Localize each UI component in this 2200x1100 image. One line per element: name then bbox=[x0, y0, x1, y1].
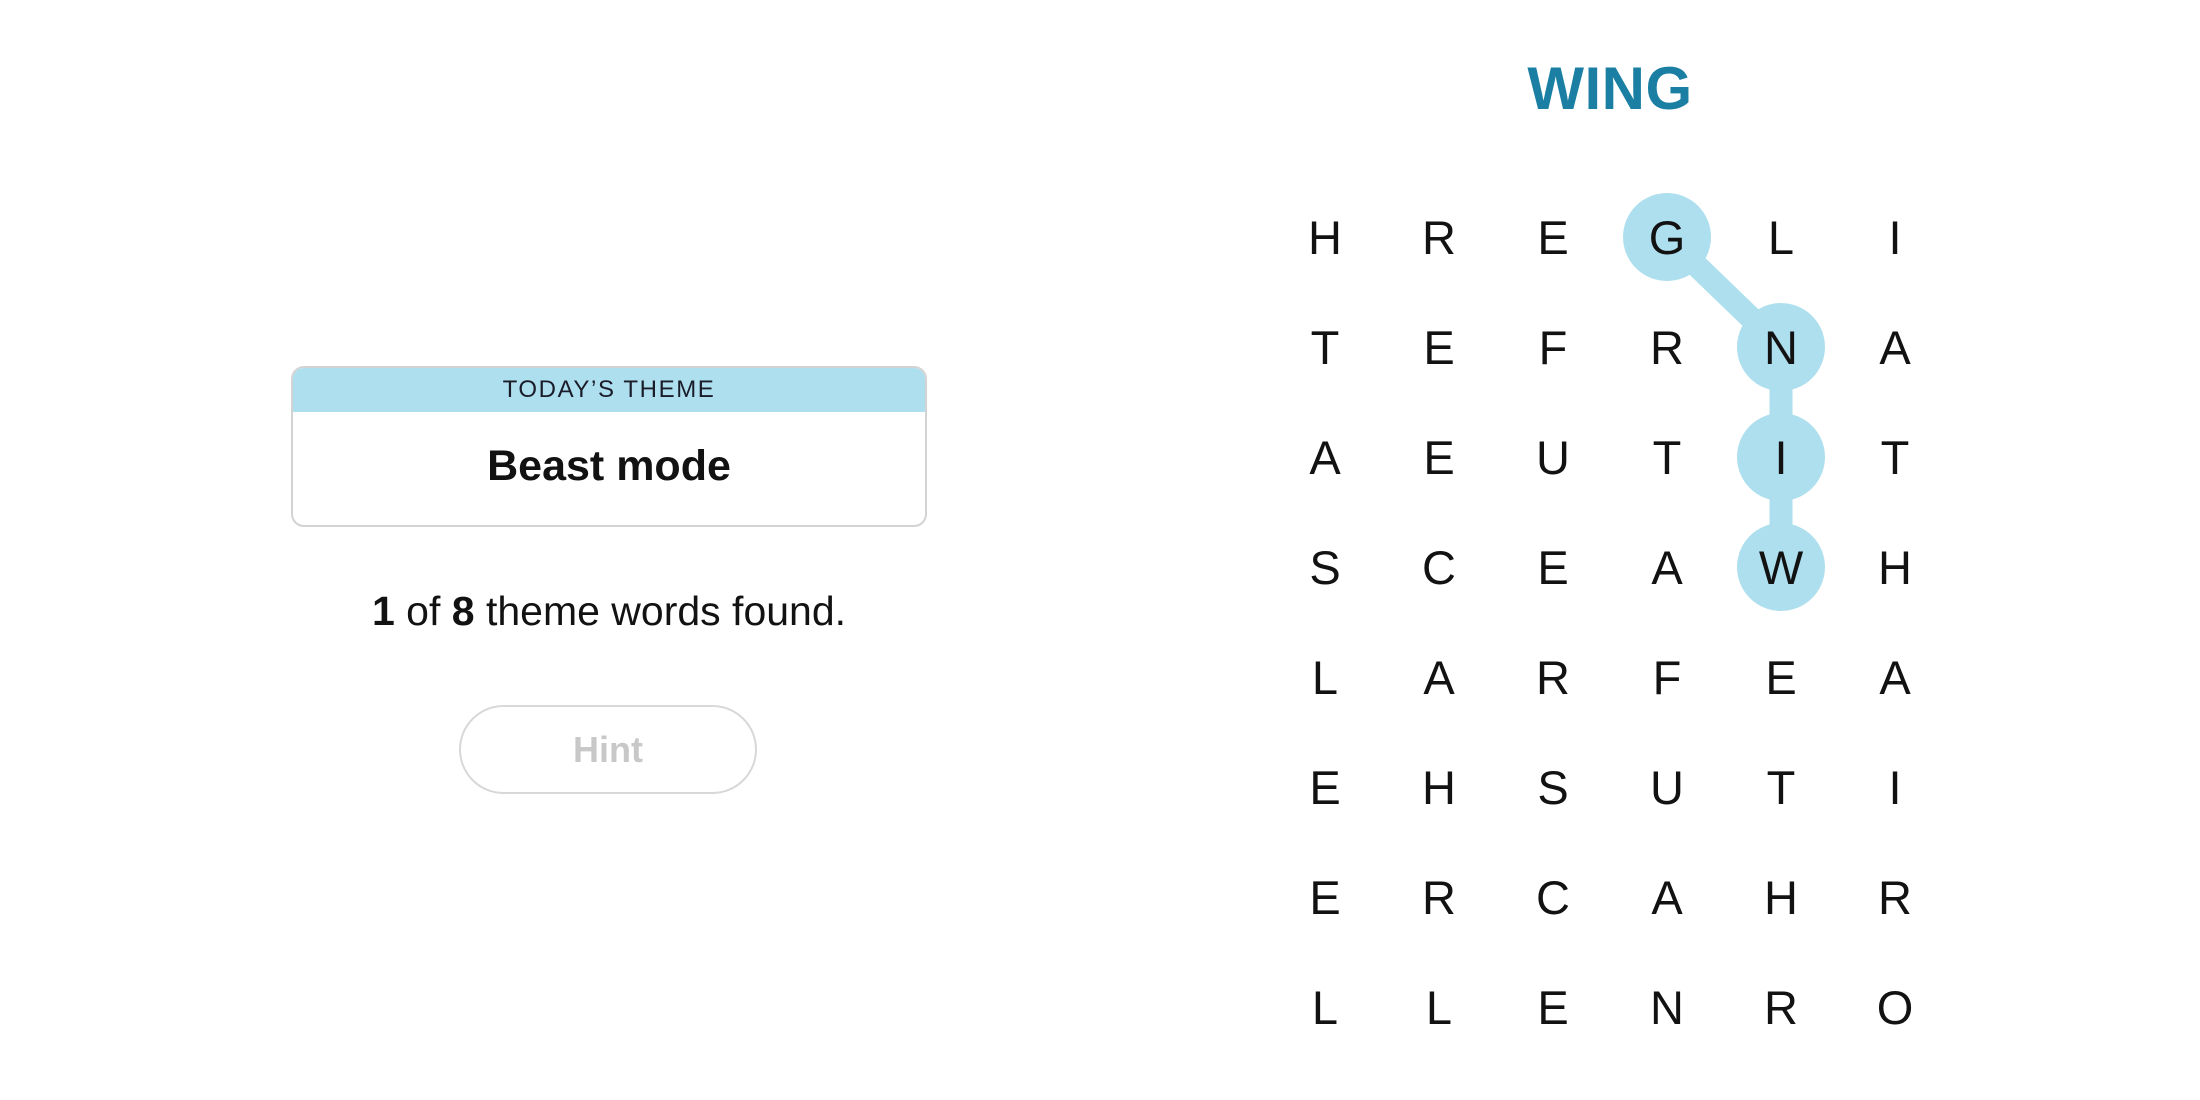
strands-game: TODAY’S THEME Beast mode 1 of 8 theme wo… bbox=[0, 0, 2200, 1100]
letter-cell[interactable]: G bbox=[1622, 192, 1712, 282]
letter-cell[interactable]: T bbox=[1280, 302, 1370, 392]
letter-cell[interactable]: L bbox=[1394, 962, 1484, 1052]
letter-cell[interactable]: R bbox=[1394, 852, 1484, 942]
letter-cell[interactable]: T bbox=[1736, 742, 1826, 832]
letter-cell[interactable]: C bbox=[1508, 852, 1598, 942]
letter-cell[interactable]: I bbox=[1850, 742, 1940, 832]
letter-cell[interactable]: S bbox=[1280, 522, 1370, 612]
letter-cell[interactable]: I bbox=[1850, 192, 1940, 282]
letter-cell[interactable]: O bbox=[1850, 962, 1940, 1052]
letter-cell[interactable]: R bbox=[1622, 302, 1712, 392]
letter-grid: HREGLITEFRNAAEUTITSCEAWHLARFEAEHSUTIERCA… bbox=[0, 0, 2200, 1100]
letter-cell[interactable]: E bbox=[1508, 962, 1598, 1052]
letter-cell[interactable]: E bbox=[1508, 192, 1598, 282]
letter-cell[interactable]: U bbox=[1508, 412, 1598, 502]
letter-cell[interactable]: W bbox=[1736, 522, 1826, 612]
letter-cell[interactable]: T bbox=[1850, 412, 1940, 502]
letter-cell[interactable]: R bbox=[1508, 632, 1598, 722]
letter-cell[interactable]: S bbox=[1508, 742, 1598, 832]
letter-cell[interactable]: A bbox=[1280, 412, 1370, 502]
letter-cell[interactable]: I bbox=[1736, 412, 1826, 502]
letter-cell[interactable]: E bbox=[1394, 412, 1484, 502]
letter-cell[interactable]: U bbox=[1622, 742, 1712, 832]
letter-cell[interactable]: E bbox=[1280, 742, 1370, 832]
letter-cell[interactable]: N bbox=[1622, 962, 1712, 1052]
letter-cell[interactable]: H bbox=[1850, 522, 1940, 612]
letter-cell[interactable]: N bbox=[1736, 302, 1826, 392]
letter-cell[interactable]: F bbox=[1508, 302, 1598, 392]
letter-cell[interactable]: C bbox=[1394, 522, 1484, 612]
letter-cell[interactable]: A bbox=[1850, 302, 1940, 392]
letter-cell[interactable]: E bbox=[1508, 522, 1598, 612]
letter-cell[interactable]: A bbox=[1394, 632, 1484, 722]
letter-cell[interactable]: H bbox=[1394, 742, 1484, 832]
letter-cell[interactable]: A bbox=[1622, 852, 1712, 942]
letter-cell[interactable]: E bbox=[1736, 632, 1826, 722]
letter-cell[interactable]: L bbox=[1280, 962, 1370, 1052]
letter-cell[interactable]: H bbox=[1736, 852, 1826, 942]
letter-cell[interactable]: F bbox=[1622, 632, 1712, 722]
letter-cell[interactable]: H bbox=[1280, 192, 1370, 282]
letter-cell[interactable]: T bbox=[1622, 412, 1712, 502]
letter-cell[interactable]: R bbox=[1394, 192, 1484, 282]
letter-cell[interactable]: L bbox=[1736, 192, 1826, 282]
letter-cell[interactable]: A bbox=[1850, 632, 1940, 722]
letter-cell[interactable]: E bbox=[1394, 302, 1484, 392]
letter-cell[interactable]: R bbox=[1850, 852, 1940, 942]
letter-cell[interactable]: R bbox=[1736, 962, 1826, 1052]
letter-cell[interactable]: L bbox=[1280, 632, 1370, 722]
letter-cell[interactable]: E bbox=[1280, 852, 1370, 942]
letter-cell[interactable]: A bbox=[1622, 522, 1712, 612]
